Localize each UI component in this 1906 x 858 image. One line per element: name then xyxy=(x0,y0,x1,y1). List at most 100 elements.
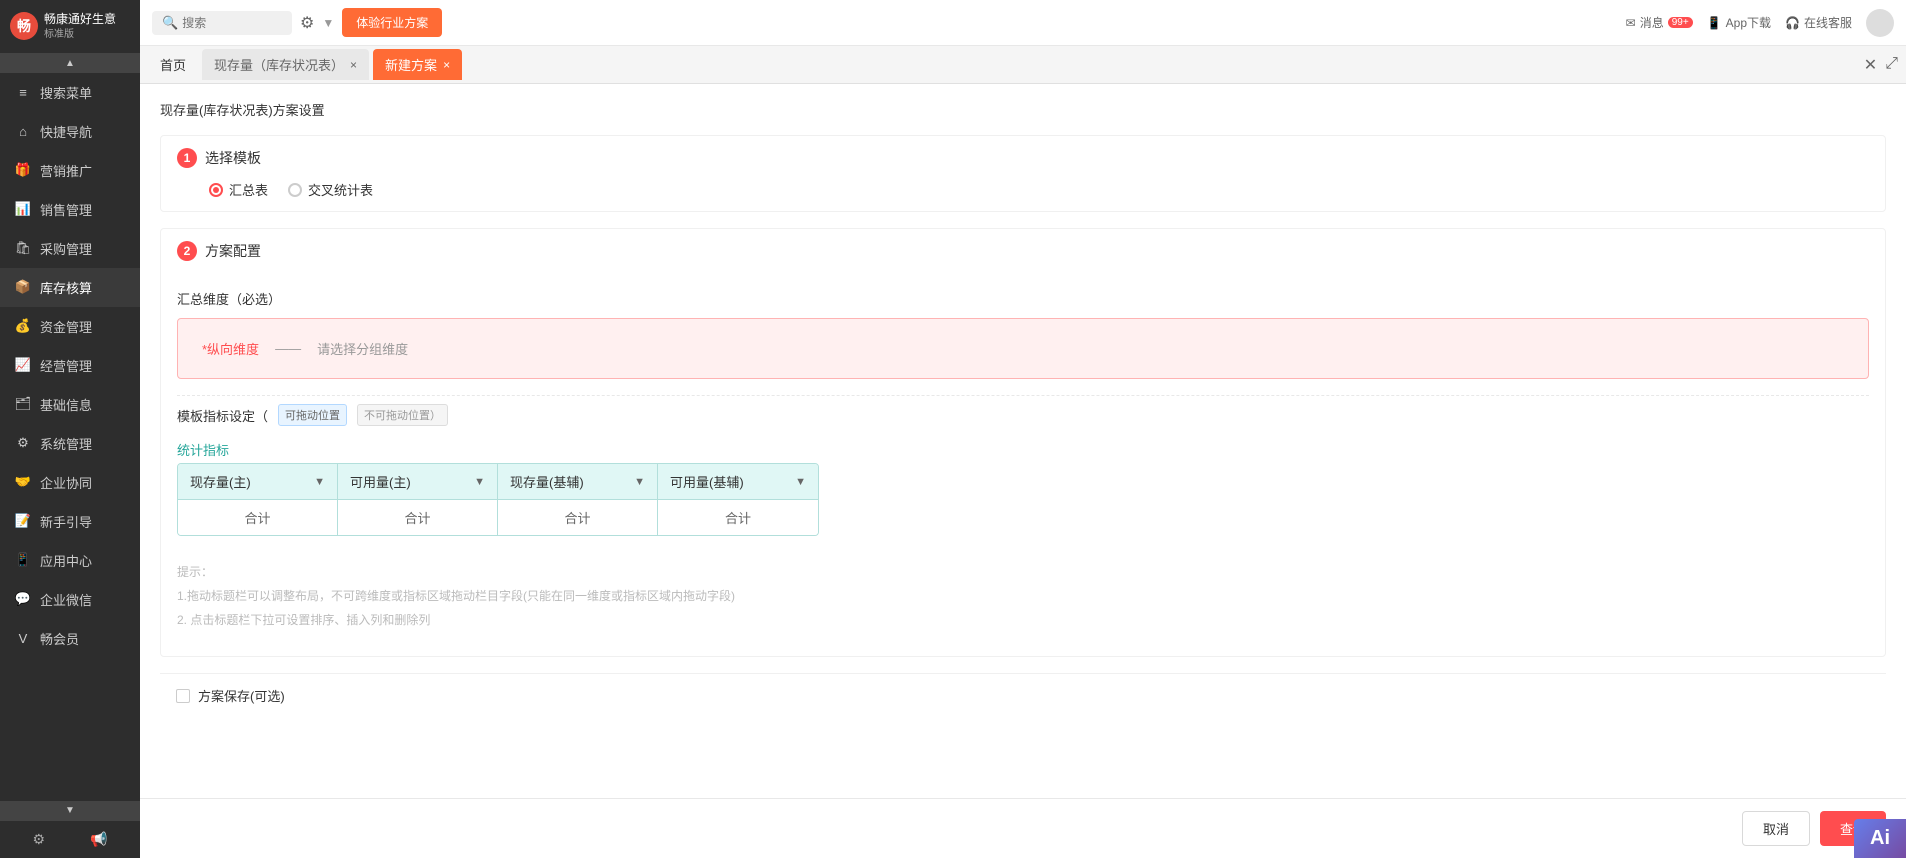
system-icon: ⚙ xyxy=(14,434,32,452)
finance-icon: 💰 xyxy=(14,317,32,335)
save-row: 方案保存(可选) xyxy=(160,673,1886,717)
content-area: 现存量(库存状况表)方案设置 1 选择模板 汇总表 交叉统计表 2 xyxy=(140,84,1906,798)
step2-title: 方案配置 xyxy=(205,241,261,261)
radio-cross-circle[interactable] xyxy=(288,183,302,197)
gear-icon[interactable]: ⚙ xyxy=(300,13,314,33)
operations-icon: 📈 xyxy=(14,356,32,374)
save-checkbox[interactable] xyxy=(176,689,190,703)
step2-badge: 2 xyxy=(177,241,197,261)
online-service-btn[interactable]: 🎧 在线客服 xyxy=(1785,14,1852,31)
sidebar-item-label: 企业微信 xyxy=(40,590,92,609)
sidebar-item-label: 系统管理 xyxy=(40,434,92,453)
search-box[interactable]: 🔍 xyxy=(152,11,292,35)
sidebar-item-label: 新手引导 xyxy=(40,512,92,531)
sidebar-item-label: 营销推广 xyxy=(40,161,92,180)
expand-btn[interactable]: ⤢ xyxy=(1885,55,1898,75)
logo-icon: 畅 xyxy=(10,12,38,40)
message-icon: ✉ xyxy=(1626,16,1636,30)
dim-placeholder: 请选择分组维度 xyxy=(317,339,408,358)
dim-area[interactable]: *纵向维度 —— 请选择分组维度 xyxy=(177,318,1869,379)
dim-dash: —— xyxy=(275,341,301,356)
minimize-btn[interactable]: ✕ xyxy=(1864,55,1877,75)
message-badge: 99+ xyxy=(1668,17,1693,28)
stats-col-3[interactable]: 可用量(基辅) ▼ xyxy=(658,464,818,499)
sidebar-item-system[interactable]: ⚙ 系统管理 xyxy=(0,424,140,463)
stats-col-2[interactable]: 现存量(基辅) ▼ xyxy=(498,464,658,499)
sidebar-item-search[interactable]: ≡ 搜索菜单 xyxy=(0,73,140,112)
sidebar-item-label: 畅会员 xyxy=(40,629,79,648)
app-download-btn[interactable]: 📱 App下载 xyxy=(1707,14,1771,31)
chevron-3[interactable]: ▼ xyxy=(795,476,806,488)
sidebar-item-inventory[interactable]: 📦 库存核算 xyxy=(0,268,140,307)
stats-cell-1: 合计 xyxy=(338,499,498,535)
sidebar-item-label: 经营管理 xyxy=(40,356,92,375)
user-avatar[interactable] xyxy=(1866,9,1894,37)
sidebar-item-nav[interactable]: ⌂ 快捷导航 xyxy=(0,112,140,151)
guide-icon: 📝 xyxy=(14,512,32,530)
tab-home-label: 首页 xyxy=(160,55,186,74)
sidebar-item-label: 搜索菜单 xyxy=(40,83,92,102)
chevron-2[interactable]: ▼ xyxy=(634,476,645,488)
sidebar-item-label: 基础信息 xyxy=(40,395,92,414)
col-header-2: 现存量(基辅) xyxy=(510,472,584,491)
indicator-settings-text: 模板指标设定（ xyxy=(177,406,268,425)
chevron-0[interactable]: ▼ xyxy=(314,476,325,488)
radio-summary-circle[interactable] xyxy=(209,183,223,197)
marketing-icon: 🎁 xyxy=(14,161,32,179)
topbar-chevron[interactable]: ▼ xyxy=(322,16,334,30)
message-btn[interactable]: ✉ 消息 99+ xyxy=(1626,14,1693,31)
sidebar-item-sales[interactable]: 📊 销售管理 xyxy=(0,190,140,229)
ai-badge[interactable]: Ai xyxy=(1854,819,1906,858)
sidebar-item-marketing[interactable]: 🎁 营销推广 xyxy=(0,151,140,190)
sidebar-scroll-up[interactable]: ▲ xyxy=(0,54,140,73)
sidebar-item-label: 应用中心 xyxy=(40,551,92,570)
stats-col-1[interactable]: 可用量(主) ▼ xyxy=(338,464,498,499)
step1-title: 选择模板 xyxy=(205,148,261,168)
inventory-icon: 📦 xyxy=(14,278,32,296)
tips-title: 提示： xyxy=(177,560,1869,584)
nodrag-badge: 不可拖动位置） xyxy=(357,404,448,426)
tab-inventory[interactable]: 现存量（库存状况表） × xyxy=(202,49,369,80)
sidebar-item-purchase[interactable]: 🛍 采购管理 xyxy=(0,229,140,268)
radio-summary[interactable]: 汇总表 xyxy=(209,180,268,199)
step2-header: 2 方案配置 xyxy=(161,229,1885,273)
sidebar-item-member[interactable]: V 畅会员 xyxy=(0,619,140,658)
headset-icon: 🎧 xyxy=(1785,16,1800,30)
industry-btn[interactable]: 体验行业方案 xyxy=(342,8,442,37)
radio-cross[interactable]: 交叉统计表 xyxy=(288,180,373,199)
cooperation-icon: 🤝 xyxy=(14,473,32,491)
sidebar-item-label: 库存核算 xyxy=(40,278,92,297)
speaker-icon[interactable]: 📢 xyxy=(90,831,107,848)
window-controls: ✕ ⤢ xyxy=(1864,55,1898,75)
settings-icon[interactable]: ⚙ xyxy=(33,831,46,848)
sidebar-scroll-down[interactable]: ▼ xyxy=(0,801,140,820)
stats-cell-3: 合计 xyxy=(658,499,818,535)
stats-table: 现存量(主) ▼ 可用量(主) ▼ 现存量(基辅) ▼ xyxy=(177,463,819,536)
step2-section: 2 方案配置 汇总维度（必选） *纵向维度 —— 请选择分组维度 模板指标设定（… xyxy=(160,228,1886,657)
sidebar-item-guide[interactable]: 📝 新手引导 xyxy=(0,502,140,541)
tab-inventory-close[interactable]: × xyxy=(350,58,357,72)
radio-summary-label: 汇总表 xyxy=(229,180,268,199)
radio-cross-label: 交叉统计表 xyxy=(308,180,373,199)
chevron-1[interactable]: ▼ xyxy=(474,476,485,488)
sidebar-item-operations[interactable]: 📈 经营管理 xyxy=(0,346,140,385)
tab-new-close[interactable]: × xyxy=(443,58,450,72)
stats-col-0[interactable]: 现存量(主) ▼ xyxy=(178,464,338,499)
sidebar-item-cooperation[interactable]: 🤝 企业协同 xyxy=(0,463,140,502)
tab-new[interactable]: 新建方案 × xyxy=(373,49,462,80)
app-download-label: App下载 xyxy=(1726,14,1771,31)
sidebar: 畅 畅康通好生意 标准版 ▲ ≡ 搜索菜单 ⌂ 快捷导航 🎁 营销推广 📊 销售… xyxy=(0,0,140,858)
indicators-label: 模板指标设定（ 可拖动位置 不可拖动位置） xyxy=(177,404,1869,426)
basic-icon: 🗂 xyxy=(14,395,32,413)
col-header-3: 可用量(基辅) xyxy=(670,472,744,491)
sidebar-item-apps[interactable]: 📱 应用中心 xyxy=(0,541,140,580)
cancel-button[interactable]: 取消 xyxy=(1742,811,1810,846)
sidebar-item-wechat[interactable]: 💬 企业微信 xyxy=(0,580,140,619)
search-input[interactable] xyxy=(182,16,282,30)
sidebar-item-finance[interactable]: 💰 资金管理 xyxy=(0,307,140,346)
sidebar-item-label: 采购管理 xyxy=(40,239,92,258)
tab-home[interactable]: 首页 xyxy=(148,49,198,80)
mobile-icon: 📱 xyxy=(1707,16,1722,30)
sidebar-item-label: 企业协同 xyxy=(40,473,92,492)
sidebar-item-basic[interactable]: 🗂 基础信息 xyxy=(0,385,140,424)
